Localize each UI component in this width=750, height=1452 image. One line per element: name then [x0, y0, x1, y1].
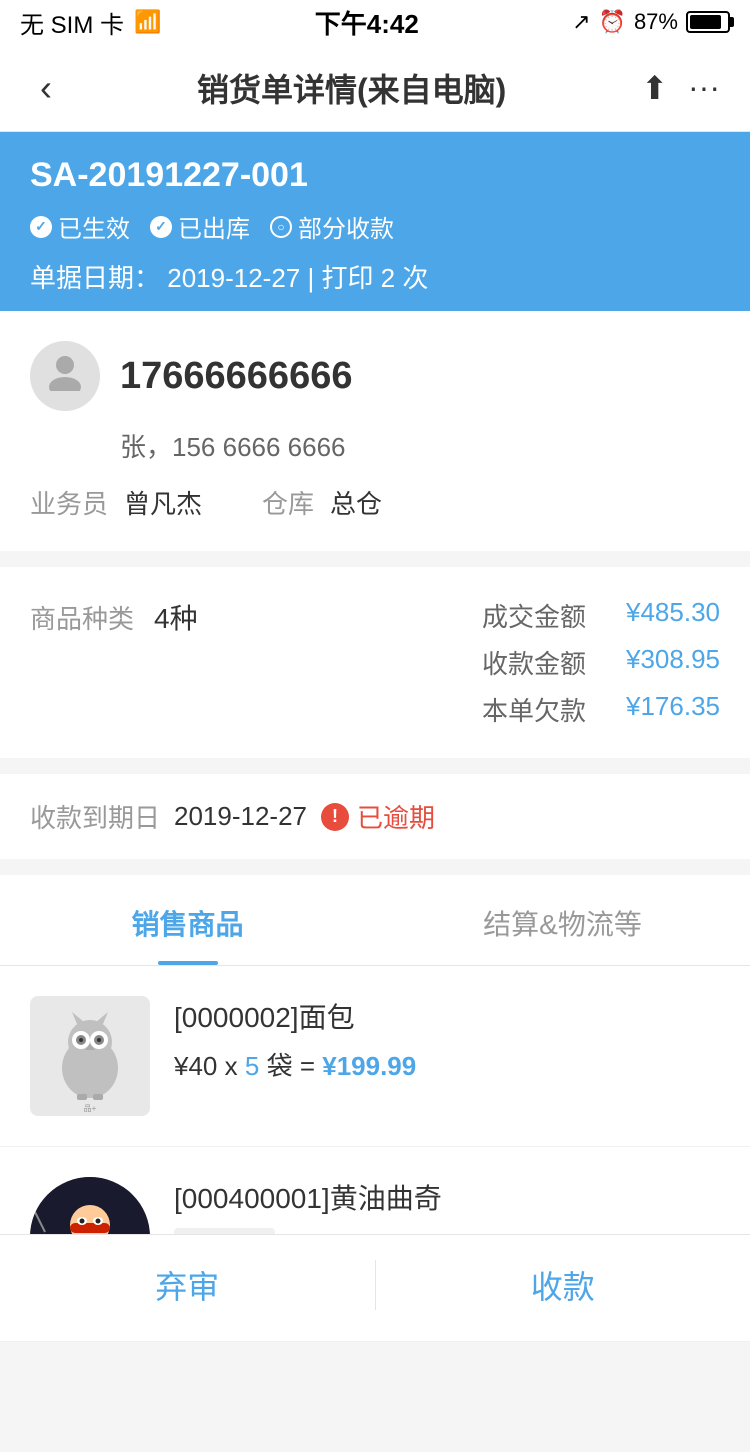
- deal-amount-line: 成交金额 ¥485.30: [482, 597, 720, 634]
- deal-amount-value: ¥485.30: [626, 597, 720, 634]
- badge-shipped: ✓ 已出库: [150, 209, 250, 244]
- check-icon-2: ✓: [150, 216, 172, 238]
- overdue-text: 已逾期: [357, 798, 435, 835]
- confirm-button[interactable]: 收款: [376, 1242, 750, 1328]
- tabs-header: 销售商品 结算&物流等: [0, 875, 750, 966]
- qty-1: 5: [245, 1051, 259, 1081]
- sales-info: 业务员 曾凡杰: [30, 484, 202, 521]
- warehouse-label: 仓库: [262, 484, 314, 521]
- product-price-1: ¥40 x 5 袋 = ¥199.99: [174, 1046, 720, 1083]
- back-button[interactable]: ‹: [30, 57, 62, 119]
- header-badges: ✓ 已生效 ✓ 已出库 ○ 部分收款: [30, 209, 720, 244]
- share-icon[interactable]: ⬆: [641, 69, 668, 107]
- received-amount-value: ¥308.95: [626, 644, 720, 681]
- product-types-label: 商品种类: [30, 599, 134, 636]
- due-date-value: 2019-12-27: [174, 801, 307, 832]
- due-date-label: 收款到期日: [30, 798, 160, 835]
- table-row: 品+ [0000002]面包 ¥40 x 5 袋 = ¥199.99: [0, 966, 750, 1147]
- avatar: [30, 341, 100, 411]
- badge-shipped-label: 已出库: [178, 209, 250, 244]
- customer-section: 17666666666 张，156 6666 6666 业务员 曾凡杰 仓库 总…: [0, 311, 750, 551]
- person-icon: [45, 351, 85, 401]
- more-icon[interactable]: ···: [688, 69, 720, 106]
- date-label: 单据日期：: [30, 263, 160, 293]
- overdue-icon: !: [321, 803, 349, 831]
- due-amount-value: ¥176.35: [626, 691, 720, 728]
- battery-icon: [686, 11, 730, 33]
- received-amount-label: 收款金额: [482, 644, 586, 681]
- product-info-1: [0000002]面包 ¥40 x 5 袋 = ¥199.99: [174, 996, 720, 1083]
- stats-row: 商品种类 4种 成交金额 ¥485.30 收款金额 ¥308.95 本单欠款 ¥…: [30, 597, 720, 728]
- badge-partial: ○ 部分收款: [270, 209, 394, 244]
- nav-actions: ⬆ ···: [641, 69, 720, 107]
- badge-effective-label: 已生效: [58, 209, 130, 244]
- due-amount-label: 本单欠款: [482, 691, 586, 728]
- product-image-1: 品+: [30, 996, 150, 1116]
- equals-1: =: [300, 1051, 322, 1081]
- warehouse-value: 总仓: [330, 484, 382, 521]
- qty-unit-1: 袋: [267, 1051, 293, 1081]
- due-section: 收款到期日 2019-12-27 ! 已逾期: [0, 774, 750, 859]
- price-multiply-1: x: [225, 1051, 245, 1081]
- clock-icon: ○: [270, 216, 292, 238]
- due-amount-line: 本单欠款 ¥176.35: [482, 691, 720, 728]
- product-types-count: 4种: [154, 597, 198, 637]
- status-right: ↗ ⏰ 87%: [572, 9, 730, 35]
- bottom-bar: 弃审 收款: [0, 1234, 750, 1334]
- location-icon: ↗: [572, 9, 590, 35]
- sales-label: 业务员: [30, 484, 108, 521]
- battery-fill: [690, 15, 721, 29]
- product-name-1: [0000002]面包: [174, 996, 720, 1036]
- nav-bar: ‹ 销货单详情(来自电脑) ⬆ ···: [0, 44, 750, 132]
- check-icon-1: ✓: [30, 216, 52, 238]
- status-bar: 无 SIM 卡 📶 下午4:42 ↗ ⏰ 87%: [0, 0, 750, 44]
- alarm-icon: ⏰: [599, 9, 626, 35]
- order-date: 2019-12-27: [167, 263, 300, 293]
- stats-right: 成交金额 ¥485.30 收款金额 ¥308.95 本单欠款 ¥176.35: [482, 597, 720, 728]
- warehouse-info: 仓库 总仓: [262, 484, 382, 521]
- battery-percent: 87%: [634, 9, 678, 35]
- badge-effective: ✓ 已生效: [30, 209, 130, 244]
- time-label: 下午4:42: [315, 4, 419, 41]
- header-banner: SA-20191227-001 ✓ 已生效 ✓ 已出库 ○ 部分收款 单据日期：…: [0, 132, 750, 311]
- customer-meta: 业务员 曾凡杰 仓库 总仓: [30, 484, 720, 521]
- stats-section: 商品种类 4种 成交金额 ¥485.30 收款金额 ¥308.95 本单欠款 ¥…: [0, 567, 750, 758]
- deal-amount-label: 成交金额: [482, 597, 586, 634]
- cancel-button[interactable]: 弃审: [0, 1242, 375, 1328]
- received-amount-line: 收款金额 ¥308.95: [482, 644, 720, 681]
- wifi-icon: 📶: [134, 9, 161, 35]
- badge-partial-label: 部分收款: [298, 209, 394, 244]
- stats-left: 商品种类 4种: [30, 597, 198, 637]
- svg-text:品+: 品+: [84, 1104, 97, 1113]
- price-unit-1: ¥40: [174, 1051, 217, 1081]
- overdue-badge: ! 已逾期: [321, 798, 435, 835]
- carrier-label: 无 SIM 卡: [20, 5, 124, 40]
- total-1: ¥199.99: [322, 1051, 416, 1081]
- order-id: SA-20191227-001: [30, 156, 720, 195]
- print-info: | 打印 2 次: [307, 263, 428, 293]
- customer-phone: 17666666666: [120, 355, 352, 398]
- customer-row: 17666666666: [30, 341, 720, 411]
- tab-products[interactable]: 销售商品: [0, 875, 375, 965]
- status-left: 无 SIM 卡 📶: [20, 5, 161, 40]
- sales-value: 曾凡杰: [124, 484, 202, 521]
- product-name-2: [000400001]黄油曲奇: [174, 1177, 720, 1217]
- page-title: 销货单详情(来自电脑): [197, 65, 506, 111]
- header-date: 单据日期： 2019-12-27 | 打印 2 次: [30, 258, 720, 295]
- tab-settlement[interactable]: 结算&物流等: [375, 875, 750, 965]
- customer-name: 张，156 6666 6666: [30, 427, 720, 464]
